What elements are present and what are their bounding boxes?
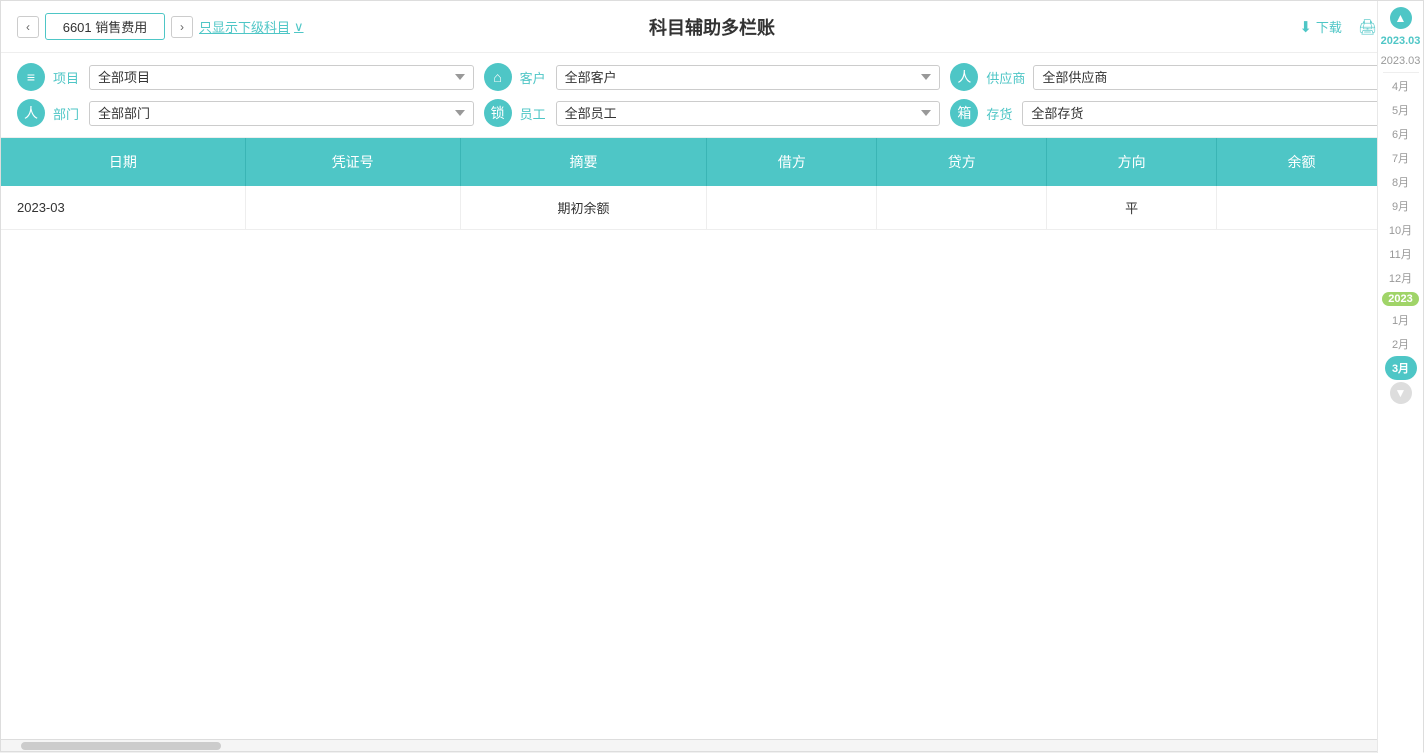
employee-label: 员工	[520, 104, 548, 123]
col-余额: 余额	[1217, 138, 1387, 186]
timeline-year-badge: 2023	[1382, 292, 1418, 306]
timeline-month-4月[interactable]: 4月	[1378, 74, 1423, 98]
employee-icon: 锁	[484, 99, 512, 127]
download-label: 下载	[1316, 17, 1342, 36]
timeline-month-6月[interactable]: 6月	[1378, 122, 1423, 146]
download-icon: ⬇	[1299, 18, 1312, 36]
department-label: 部门	[53, 104, 81, 123]
top-bar: ‹ 6601 销售费用 › 只显示下级科目 ∨ 科目辅助多栏账 ⬇ 下载 🖨 打…	[1, 1, 1423, 53]
filter-item-employee: 锁员工全部员工	[484, 99, 941, 127]
cell-借方	[707, 186, 877, 230]
project-select[interactable]: 全部项目	[89, 65, 474, 90]
filter-area: ≡项目全部项目⌂客户全部客户人供应商全部供应商人部门全部部门锁员工全部员工箱存货…	[1, 53, 1423, 138]
col-方向: 方向	[1047, 138, 1217, 186]
table-row: 2023-03 期初余额 平	[1, 186, 1387, 230]
col-贷方: 贷方	[877, 138, 1047, 186]
timeline-panel: ▲2023.032023.034月5月6月7月8月9月10月11月12月2023…	[1377, 1, 1423, 753]
supplier-select[interactable]: 全部供应商	[1033, 65, 1407, 90]
timeline-month-10月[interactable]: 10月	[1378, 218, 1423, 242]
filter-item-department: 人部门全部部门	[17, 99, 474, 127]
supplier-label: 供应商	[986, 68, 1025, 87]
cell-贷方	[877, 186, 1047, 230]
timeline-month-8月[interactable]: 8月	[1378, 170, 1423, 194]
nav-area: ‹ 6601 销售费用 › 只显示下级科目 ∨	[17, 13, 304, 40]
department-icon: 人	[17, 99, 45, 127]
main-content: 日期凭证号摘要借方贷方方向余额 2023-03 期初余额 平	[1, 138, 1423, 750]
timeline-up-arrow[interactable]: ▲	[1390, 7, 1412, 29]
customer-select[interactable]: 全部客户	[556, 65, 941, 90]
page-title: 科目辅助多栏账	[649, 14, 775, 40]
cell-日期: 2023-03	[1, 186, 245, 230]
inventory-select[interactable]: 全部存货	[1022, 101, 1407, 126]
scrollbar-thumb[interactable]	[21, 742, 221, 750]
timeline-divider-1	[1383, 72, 1419, 73]
cell-余额	[1217, 186, 1387, 230]
project-label: 项目	[53, 68, 81, 87]
prev-account-button[interactable]: ‹	[17, 16, 39, 38]
timeline-month-12月[interactable]: 12月	[1378, 266, 1423, 290]
cell-凭证号	[245, 186, 460, 230]
customer-label: 客户	[520, 68, 548, 87]
timeline-down-arrow[interactable]: ▼	[1390, 382, 1412, 404]
table-container: 日期凭证号摘要借方贷方方向余额 2023-03 期初余额 平	[1, 138, 1387, 230]
next-account-button[interactable]: ›	[171, 16, 193, 38]
project-icon: ≡	[17, 63, 45, 91]
cell-摘要: 期初余额	[460, 186, 707, 230]
supplier-icon: 人	[950, 63, 978, 91]
timeline-month-below-2月[interactable]: 2月	[1378, 332, 1423, 356]
col-凭证号: 凭证号	[245, 138, 460, 186]
timeline-month-below-1月[interactable]: 1月	[1378, 308, 1423, 332]
cell-方向: 平	[1047, 186, 1217, 230]
download-button[interactable]: ⬇ 下载	[1299, 17, 1342, 36]
table-header-row: 日期凭证号摘要借方贷方方向余额	[1, 138, 1387, 186]
main-window: ‹ 6601 销售费用 › 只显示下级科目 ∨ 科目辅助多栏账 ⬇ 下载 🖨 打…	[0, 0, 1424, 752]
col-借方: 借方	[707, 138, 877, 186]
inventory-label: 存货	[986, 104, 1014, 123]
col-日期: 日期	[1, 138, 245, 186]
content-area: 日期凭证号摘要借方贷方方向余额 2023-03 期初余额 平	[1, 138, 1423, 750]
employee-select[interactable]: 全部员工	[556, 101, 941, 126]
filter-item-inventory: 箱存货全部存货	[950, 99, 1407, 127]
data-table: 日期凭证号摘要借方贷方方向余额 2023-03 期初余额 平	[1, 138, 1387, 230]
bottom-scrollbar[interactable]	[1, 739, 1387, 751]
filter-item-project: ≡ 项目全部项目	[17, 63, 474, 91]
print-icon: 🖨	[1358, 18, 1377, 36]
timeline-month-5月[interactable]: 5月	[1378, 98, 1423, 122]
timeline-month-7月[interactable]: 7月	[1378, 146, 1423, 170]
show-sub-label: 只显示下级科目	[199, 17, 290, 36]
timeline-month-11月[interactable]: 11月	[1378, 242, 1423, 266]
timeline-month-below-3月[interactable]: 3月	[1385, 356, 1417, 380]
show-sub-button[interactable]: 只显示下级科目 ∨	[199, 17, 304, 36]
filter-item-supplier: 人供应商全部供应商	[950, 63, 1407, 91]
col-摘要: 摘要	[460, 138, 707, 186]
customer-icon: ⌂	[484, 63, 512, 91]
timeline-month-above-1[interactable]: 2023.03	[1378, 51, 1423, 71]
timeline-month-above-0[interactable]: 2023.03	[1378, 31, 1423, 51]
filter-item-customer: ⌂ 客户全部客户	[484, 63, 941, 91]
inventory-icon: 箱	[950, 99, 978, 127]
department-select[interactable]: 全部部门	[89, 101, 474, 126]
account-code: 6601 销售费用	[45, 13, 165, 40]
timeline-month-9月[interactable]: 9月	[1378, 194, 1423, 218]
chevron-down-icon: ∨	[294, 19, 304, 35]
